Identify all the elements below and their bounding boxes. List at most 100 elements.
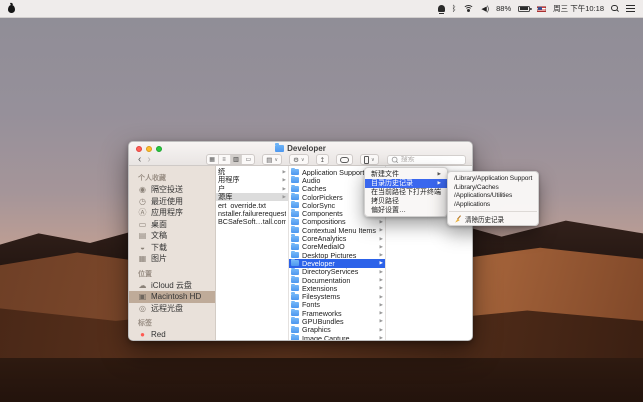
action-menu-button[interactable]: ⚙∨ [289, 154, 309, 165]
folder-row[interactable]: Filesystems ▶ [289, 292, 385, 300]
title-bar: Developer [129, 142, 472, 154]
folder-icon [291, 335, 299, 341]
menubar-clock[interactable]: 周三 下午10:18 [553, 3, 604, 14]
folder-row[interactable]: GPUBundles ▶ [289, 317, 385, 325]
sidebar-item[interactable]: Orange [129, 341, 215, 342]
folder-label: Fonts [302, 301, 378, 309]
gallery-view-button[interactable]: ▭ [242, 155, 254, 164]
sidebar-item[interactable]: 隔空投送 [129, 184, 215, 196]
list-view-button[interactable]: ≡ [219, 155, 231, 164]
folder-row[interactable]: Developer ▶ [289, 259, 385, 267]
share-button[interactable]: ↥ [316, 154, 329, 165]
sidebar-item[interactable]: iCloud 云盘 [129, 280, 215, 292]
back-button[interactable]: ‹ [135, 155, 144, 164]
file-row[interactable]: 户 ▶ [216, 185, 288, 193]
menu-item-label: /Applications/Utilities [454, 192, 532, 199]
zoom-button[interactable] [156, 146, 162, 152]
sidebar-item[interactable]: 下载 [129, 242, 215, 254]
forward-button[interactable]: › [144, 155, 153, 164]
sidebar-item[interactable]: 远程光盘 [129, 303, 215, 315]
volume-icon[interactable]: ◀) [481, 5, 489, 13]
sidebar-item-label: Macintosh HD [151, 292, 201, 301]
folder-proxy-icon[interactable] [275, 145, 284, 152]
context-menu: 新建文件 ▶ 目录历史记录 ▶ 在当前路径下打开终端 ▶ 拷贝路径 ▶ 偏好设置… [364, 167, 448, 217]
sidebar-item-label: 桌面 [151, 219, 167, 230]
folder-row[interactable]: Desktop Pictures ▶ [289, 251, 385, 259]
bell-icon[interactable] [438, 5, 445, 12]
folder-row[interactable]: Documentation ▶ [289, 276, 385, 284]
chevron-right-icon: ▶ [380, 294, 383, 300]
sidebar-item[interactable]: 文稿 [129, 230, 215, 242]
chevron-right-icon: ▶ [380, 260, 383, 266]
menu-item[interactable]: 清除历史记录 [448, 214, 538, 223]
search-field[interactable] [387, 155, 466, 165]
sidebar-item[interactable]: Macintosh HD [129, 291, 215, 303]
gear-icon: ⚙ [293, 156, 299, 164]
submenu-arrow-icon: ▶ [438, 171, 441, 177]
sidebar-item[interactable]: 最近使用 [129, 196, 215, 208]
folder-icon [291, 318, 299, 324]
folder-label: Extensions [302, 284, 378, 292]
input-source-flag-icon[interactable] [537, 6, 546, 12]
chevron-down-icon: ∨ [371, 157, 375, 163]
minimize-button[interactable] [146, 146, 152, 152]
folder-icon [291, 327, 299, 333]
file-row[interactable]: 源库 ▶ [216, 193, 288, 201]
folder-icon [291, 177, 299, 183]
menu-item-label: /Library/Application Support [454, 175, 532, 182]
context-menu-list: 新建文件 ▶ 目录历史记录 ▶ 在当前路径下打开终端 ▶ 拷贝路径 ▶ 偏好设置… [365, 170, 447, 214]
device-menu-button[interactable]: ∨ [360, 154, 379, 165]
bluetooth-icon[interactable]: ᛒ [452, 5, 457, 13]
file-row[interactable]: BCSafeSoft…tall.command ▶ [216, 218, 288, 226]
folder-row[interactable]: Frameworks ▶ [289, 309, 385, 317]
close-button[interactable] [136, 146, 142, 152]
chevron-down-icon: ∨ [301, 157, 305, 163]
file-row[interactable]: 用程序 ▶ [216, 176, 288, 184]
menu-item[interactable]: /Library/Caches [448, 183, 538, 192]
folder-row[interactable]: CoreAnalytics ▶ [289, 234, 385, 242]
folder-row[interactable]: Compositions ▶ [289, 218, 385, 226]
notification-center-icon[interactable] [626, 5, 635, 12]
window-chrome: Developer ‹ › ▦ ≡ ▥ ▭ ▤∨ ⚙∨ ↥ ∨ [129, 142, 472, 166]
battery-icon[interactable] [518, 6, 530, 12]
sidebar: 个人收藏 隔空投送 最近使用 应用程序 桌面 [129, 166, 216, 341]
folder-label: CoreAnalytics [302, 234, 378, 242]
menu-item[interactable]: /Applications [448, 200, 538, 209]
folder-row[interactable]: Image Capture ▶ [289, 334, 385, 341]
sidebar-item-label: 最近使用 [151, 196, 183, 207]
file-row[interactable]: nstaller.failurerequests ▶ [216, 209, 288, 217]
wifi-icon[interactable] [463, 5, 474, 13]
folder-row[interactable]: Extensions ▶ [289, 284, 385, 292]
sidebar-section-title: 个人收藏 [129, 173, 215, 183]
chevron-right-icon: ▶ [380, 285, 383, 291]
menu-item[interactable]: 偏好设置… ▶ [365, 205, 447, 214]
folder-row[interactable]: CoreMediaIO ▶ [289, 243, 385, 251]
file-row[interactable]: 统 ▶ [216, 168, 288, 176]
menu-item-label: /Library/Caches [454, 184, 532, 191]
icon-view-button[interactable]: ▦ [207, 155, 219, 164]
sidebar-item[interactable]: 桌面 [129, 219, 215, 231]
search-input[interactable] [401, 156, 461, 163]
spotlight-search-icon[interactable] [611, 5, 619, 13]
chevron-right-icon: ▶ [380, 335, 383, 341]
menu-item[interactable]: /Applications/Utilities [448, 192, 538, 201]
submenu-arrow-icon: ▶ [438, 180, 441, 186]
desktop-icon [138, 220, 147, 229]
sidebar-item[interactable]: Red [129, 329, 215, 341]
tags-button[interactable] [336, 154, 353, 165]
folder-row[interactable]: Graphics ▶ [289, 326, 385, 334]
folder-row[interactable]: Contextual Menu Items ▶ [289, 226, 385, 234]
folder-row[interactable]: Fonts ▶ [289, 301, 385, 309]
sidebar-item[interactable]: 应用程序 [129, 207, 215, 219]
menu-item[interactable]: /Library/Application Support [448, 174, 538, 183]
folder-label: Image Capture [302, 334, 378, 341]
sidebar-item[interactable]: 图片 [129, 253, 215, 265]
chevron-right-icon: ▶ [380, 277, 383, 283]
file-row[interactable]: ert_override.txt ▶ [216, 201, 288, 209]
group-by-button[interactable]: ▤∨ [262, 154, 282, 165]
folder-row[interactable]: DirectoryServices ▶ [289, 268, 385, 276]
sidebar-item-label: Red [151, 330, 166, 339]
window-title: Developer [287, 144, 326, 153]
apple-logo-icon[interactable] [8, 5, 15, 13]
column-view-button[interactable]: ▥ [231, 155, 243, 164]
